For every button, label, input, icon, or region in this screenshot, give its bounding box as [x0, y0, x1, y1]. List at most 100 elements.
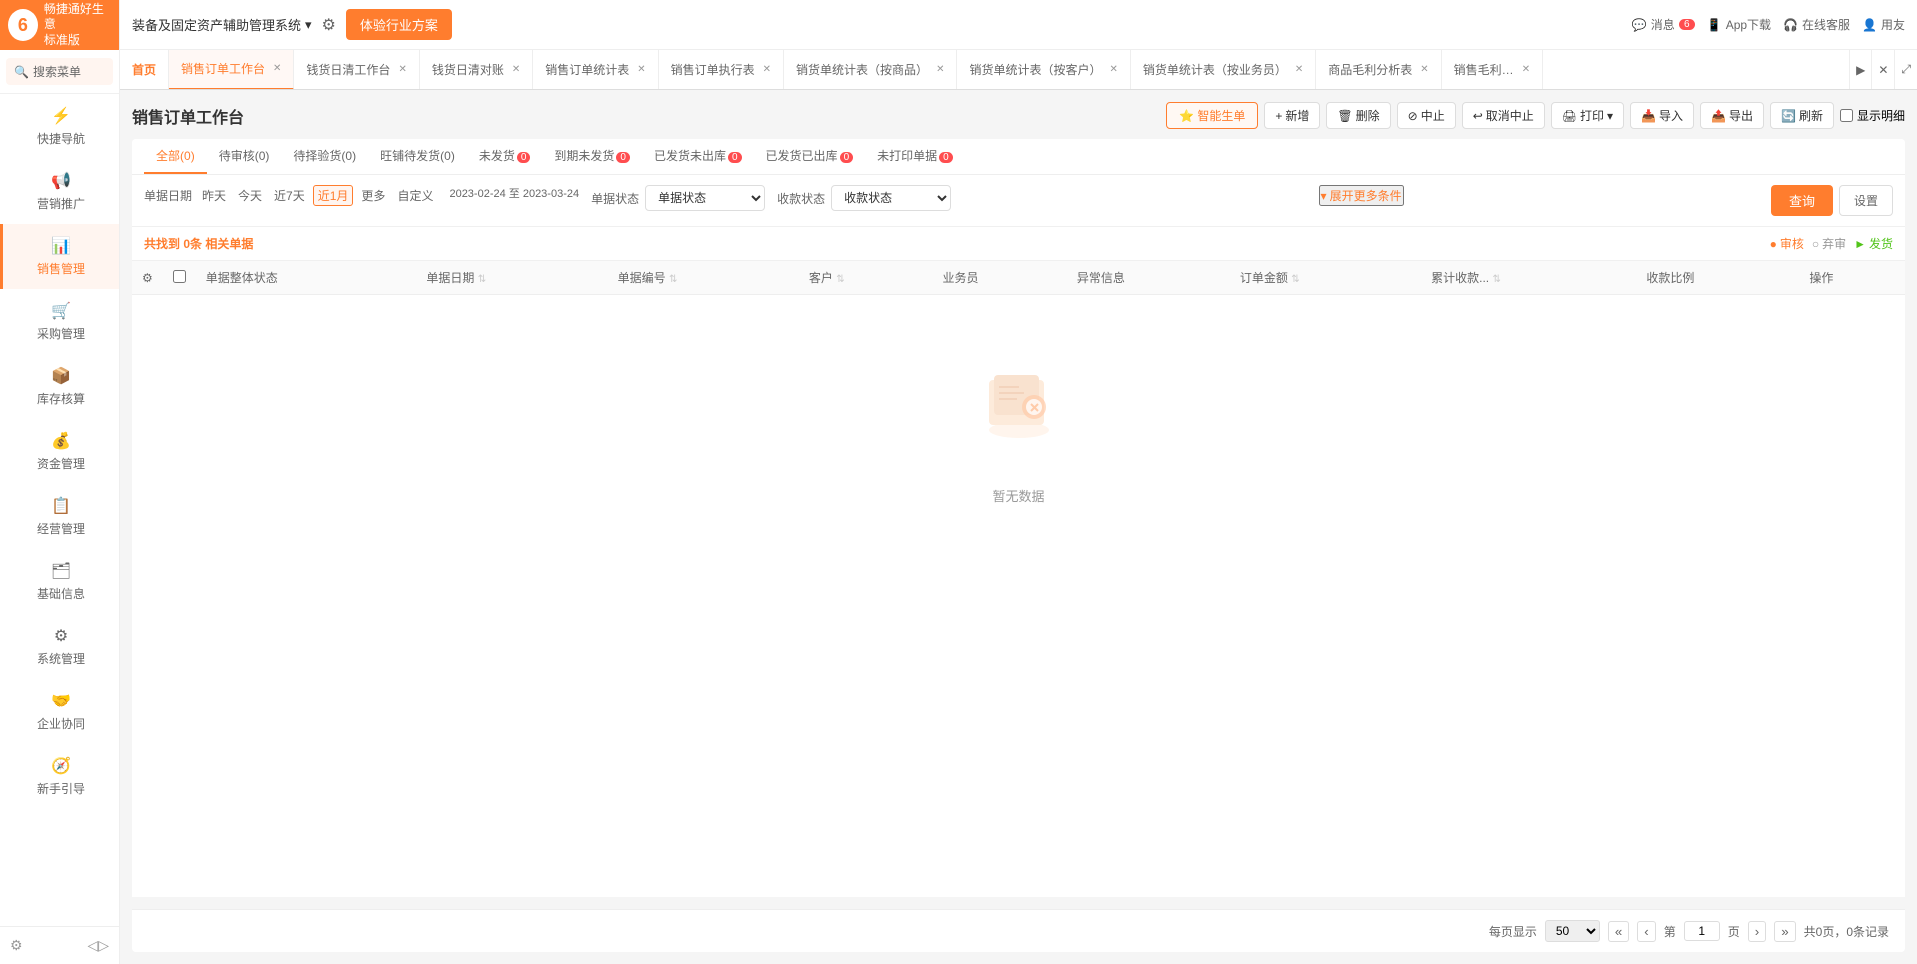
- sidebar-item-finance[interactable]: 💰 资金管理: [0, 419, 119, 484]
- col-received[interactable]: 累计收款... ⇅: [1421, 261, 1636, 295]
- sub-tab-shipped-not-out[interactable]: 已发货未出库0: [642, 139, 754, 174]
- query-button[interactable]: 查询: [1771, 185, 1833, 216]
- batch-review-button[interactable]: ● 审核: [1770, 235, 1804, 252]
- sidebar-item-operation[interactable]: 📋 经营管理: [0, 484, 119, 549]
- refresh-button[interactable]: 🔄 刷新: [1770, 102, 1834, 129]
- date-last7[interactable]: 近7天: [270, 186, 309, 205]
- stop-button[interactable]: ⊘ 中止: [1397, 102, 1456, 129]
- tab-close-all[interactable]: ✕: [1871, 50, 1894, 90]
- first-page-button[interactable]: «: [1608, 921, 1629, 942]
- tab-close-icon-6[interactable]: ✕: [936, 64, 944, 75]
- online-service-action[interactable]: 🎧 在线客服: [1783, 16, 1850, 33]
- expand-filter-button[interactable]: ▾ 展开更多条件: [1319, 185, 1404, 206]
- tab-close-icon-8[interactable]: ✕: [1295, 64, 1303, 75]
- sub-tab-overdue-unshipped[interactable]: 到期未发货0: [542, 139, 642, 174]
- page-size-select[interactable]: 50 10 20 100: [1545, 920, 1600, 942]
- page-number-input[interactable]: [1684, 921, 1720, 941]
- sub-tab-pending-review[interactable]: 待审核(0): [207, 139, 282, 174]
- sub-tab-unshipped[interactable]: 未发货0: [467, 139, 543, 174]
- tab-daily-reconcile[interactable]: 钱货日清对账 ✕: [420, 50, 533, 90]
- date-yesterday[interactable]: 昨天: [198, 186, 230, 205]
- tab-gross-profit[interactable]: 商品毛利分析表 ✕: [1316, 50, 1441, 90]
- user-action[interactable]: 👤 用友: [1862, 16, 1905, 33]
- sidebar-item-purchase[interactable]: 🛒 采购管理: [0, 289, 119, 354]
- tab-daily-clear[interactable]: 钱货日清工作台 ✕: [294, 50, 419, 90]
- date-custom[interactable]: 自定义: [393, 186, 437, 205]
- col-number[interactable]: 单据编号 ⇅: [608, 261, 799, 295]
- tab-sales-by-product[interactable]: 销货单统计表（按商品） ✕: [784, 50, 957, 90]
- system-title-dropdown[interactable]: 装备及固定资产辅助管理系统 ▾: [132, 15, 312, 34]
- print-button[interactable]: 🖨 打印 ▾: [1551, 102, 1624, 129]
- delete-button[interactable]: 🗑 删除: [1326, 102, 1390, 129]
- tab-sales-exec[interactable]: 销售订单执行表 ✕: [659, 50, 784, 90]
- col-date[interactable]: 单据日期 ⇅: [416, 261, 607, 295]
- payment-filter-label: 收款状态: [777, 190, 825, 207]
- sidebar-item-marketing[interactable]: 📢 营销推广: [0, 159, 119, 224]
- col-salesman[interactable]: 业务员: [933, 261, 1067, 295]
- export-button[interactable]: 📤 导出: [1700, 102, 1764, 129]
- sub-tab-pending-inspect[interactable]: 待择验货(0): [281, 139, 368, 174]
- sidebar-item-guide[interactable]: 🧭 新手引导: [0, 744, 119, 809]
- tab-scroll-right[interactable]: ▶: [1849, 50, 1871, 90]
- select-all-checkbox[interactable]: [173, 270, 186, 283]
- cancel-stop-button[interactable]: ↩ 取消中止: [1462, 102, 1545, 129]
- tab-sales-workbench[interactable]: 销售订单工作台 ✕: [169, 50, 294, 90]
- sub-tab-all[interactable]: 全部(0): [144, 139, 207, 174]
- col-amount[interactable]: 订单金额 ⇅: [1230, 261, 1421, 295]
- tab-sales-stats[interactable]: 销售订单统计表 ✕: [533, 50, 658, 90]
- batch-cancel-button[interactable]: ○ 弃审: [1812, 235, 1846, 252]
- message-action[interactable]: 💬 消息 6: [1632, 16, 1695, 33]
- smart-create-button[interactable]: ⭐ 智能生单: [1166, 102, 1258, 129]
- import-button[interactable]: 📥 导入: [1630, 102, 1694, 129]
- col-settings[interactable]: ⚙: [132, 261, 163, 295]
- col-customer[interactable]: 客户 ⇅: [799, 261, 933, 295]
- sub-tab-shipped-out[interactable]: 已发货已出库0: [754, 139, 866, 174]
- date-today[interactable]: 今天: [234, 186, 266, 205]
- set-button[interactable]: 设置: [1839, 185, 1893, 216]
- app-download-action[interactable]: 📱 App下载: [1707, 16, 1771, 33]
- tab-close-icon-7[interactable]: ✕: [1109, 64, 1117, 75]
- sidebar-item-sales[interactable]: 📊 销售管理: [0, 224, 119, 289]
- col-select-all[interactable]: [163, 261, 196, 295]
- date-last-month[interactable]: 近1月: [313, 185, 354, 206]
- sidebar-item-cooperation[interactable]: 🤝 企业协同: [0, 679, 119, 744]
- tab-sales-gross[interactable]: 销售毛利… ✕: [1442, 50, 1543, 90]
- date-more[interactable]: 更多: [357, 186, 389, 205]
- search-menu-button[interactable]: 🔍 搜索菜单: [6, 58, 113, 85]
- tab-home[interactable]: 首页: [120, 50, 169, 90]
- tab-close-icon-4[interactable]: ✕: [637, 64, 645, 75]
- horizontal-scrollbar[interactable]: [132, 897, 1905, 909]
- status-select[interactable]: 单据状态: [645, 185, 765, 211]
- tab-close-icon[interactable]: ✕: [273, 63, 281, 74]
- show-detail-checkbox[interactable]: [1840, 109, 1853, 122]
- page-actions: ⭐ 智能生单 + 新增 🗑 删除 ⊘ 中止 ↩ 取消中止: [1166, 102, 1905, 129]
- tab-close-icon-5[interactable]: ✕: [763, 64, 771, 75]
- topbar-gear-icon[interactable]: ⚙: [322, 15, 336, 35]
- tab-close-icon-2[interactable]: ✕: [398, 64, 406, 75]
- batch-ship-button[interactable]: ► 发货: [1854, 235, 1893, 252]
- last-page-button[interactable]: »: [1774, 921, 1795, 942]
- payment-select[interactable]: 收款状态: [831, 185, 951, 211]
- prev-page-button[interactable]: ‹: [1637, 921, 1655, 942]
- sidebar-item-inventory[interactable]: 📦 库存核算: [0, 354, 119, 419]
- add-button[interactable]: + 新增: [1264, 102, 1320, 129]
- industry-solution-button[interactable]: 体验行业方案: [346, 9, 452, 40]
- sidebar-item-base[interactable]: 🗂 基础信息: [0, 549, 119, 614]
- next-page-button[interactable]: ›: [1748, 921, 1766, 942]
- tab-close-icon-10[interactable]: ✕: [1522, 64, 1530, 75]
- tab-close-icon-9[interactable]: ✕: [1420, 64, 1428, 75]
- tab-maximize[interactable]: ⤢: [1894, 50, 1917, 90]
- print-icon: 🖨: [1562, 109, 1577, 123]
- settings-button[interactable]: ⚙: [10, 937, 23, 954]
- results-count-value: 0条: [183, 237, 202, 251]
- tab-sales-by-salesman[interactable]: 销货单统计表（按业务员） ✕: [1131, 50, 1316, 90]
- collapse-button[interactable]: ◁▷: [87, 937, 109, 954]
- tab-sales-by-customer[interactable]: 销货单统计表（按客户） ✕: [957, 50, 1130, 90]
- sub-tab-wangpu-ship[interactable]: 旺铺待发货(0): [368, 139, 467, 174]
- sidebar-item-system[interactable]: ⚙ 系统管理: [0, 614, 119, 679]
- show-detail-label[interactable]: 显示明细: [1840, 107, 1905, 124]
- sidebar-item-quick-nav[interactable]: ⚡ 快捷导航: [0, 94, 119, 159]
- date-range-value: 2023-02-24 至 2023-03-24: [449, 185, 579, 201]
- tab-close-icon-3[interactable]: ✕: [512, 64, 520, 75]
- sub-tab-unprinted[interactable]: 未打印单据0: [865, 139, 965, 174]
